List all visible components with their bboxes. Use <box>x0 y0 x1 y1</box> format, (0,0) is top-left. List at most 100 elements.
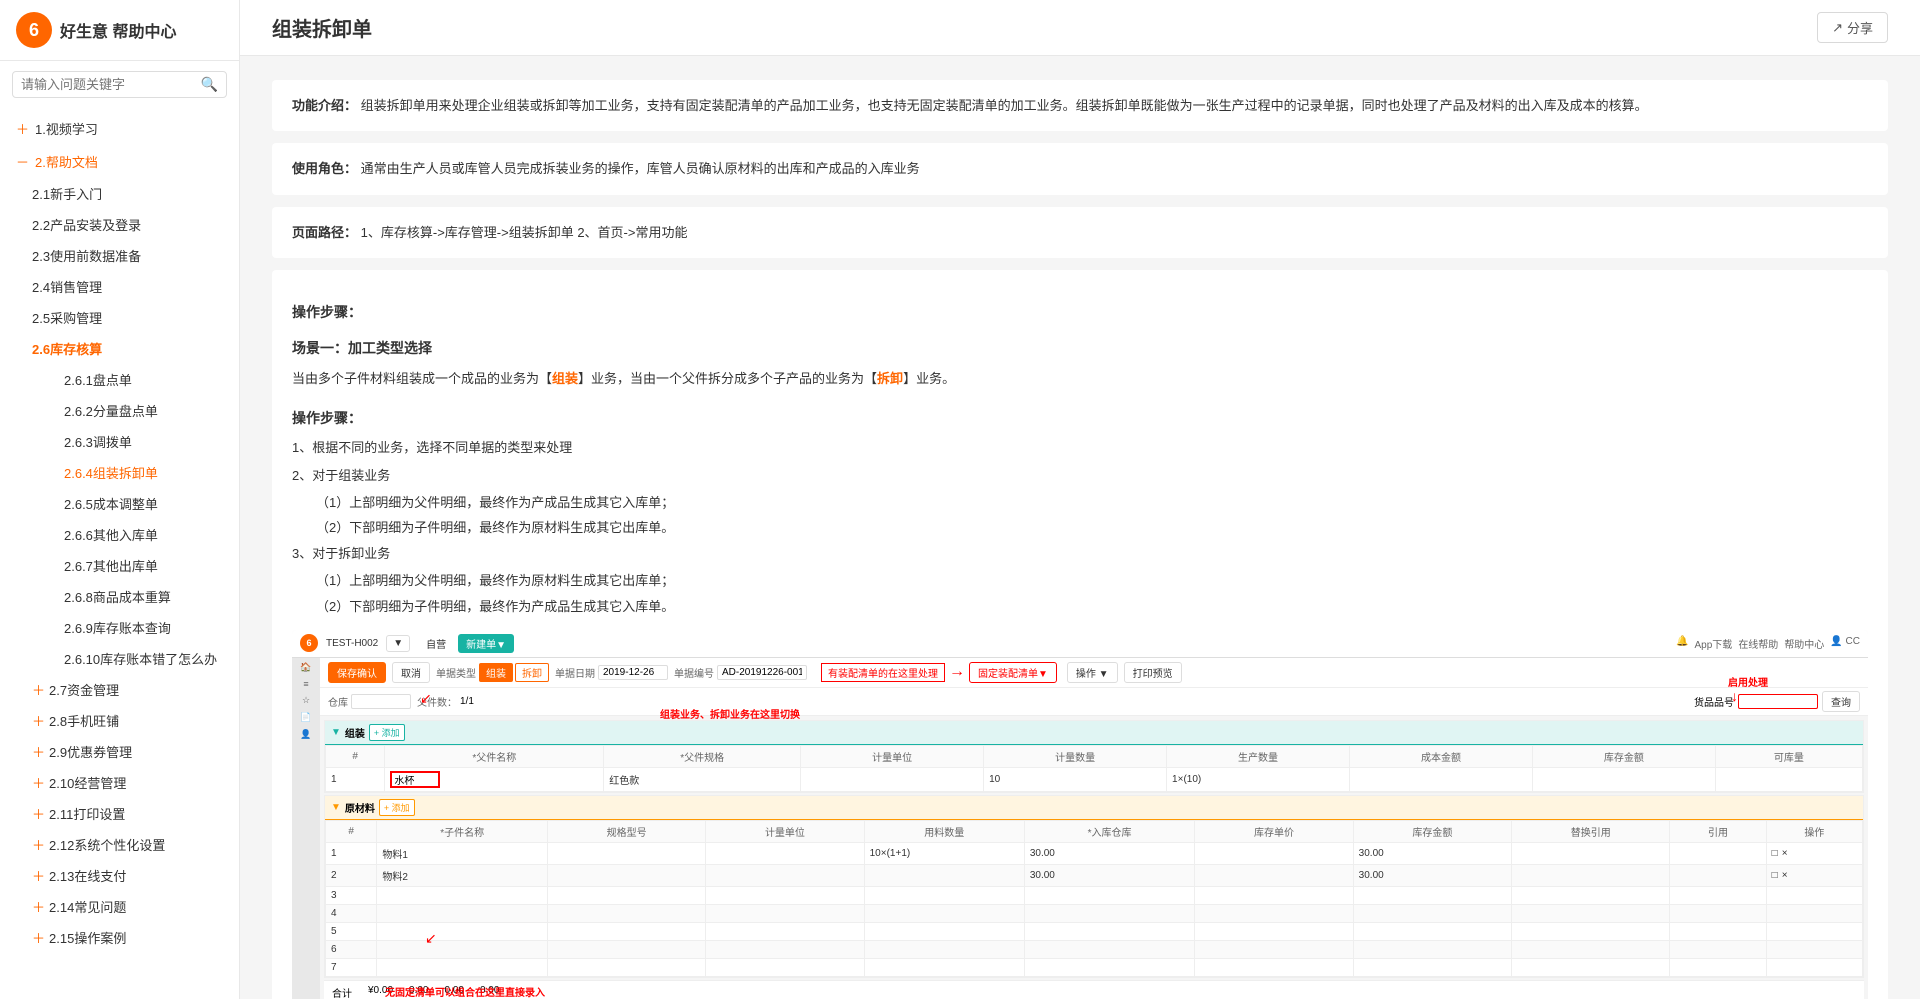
app-upper-table-container: ▼ 组装 + 添加 # *父件名称 *父件规格 <box>324 720 1864 793</box>
sidebar-sub-label: 2.2产品安装及登录 <box>32 215 141 234</box>
upper-cell-cost <box>1349 767 1532 791</box>
sidebar-item-docs-21[interactable]: 2.1新手入门 <box>0 178 239 209</box>
app-tab-new[interactable]: 新建单▼ <box>458 634 514 653</box>
sidebar-item-docs-213[interactable]: ＋ 2.13在线支付 <box>0 860 239 891</box>
lower-col-replace: 替换引用 <box>1512 820 1670 842</box>
lower-row1-copy[interactable]: □ <box>1772 848 1778 859</box>
sidebar-item-docs-24[interactable]: 2.4销售管理 <box>0 271 239 302</box>
sidebar-sub2-label: 2.6.6其他入库单 <box>64 525 158 544</box>
sidebar-item-docs-29[interactable]: ＋ 2.9优惠券管理 <box>0 736 239 767</box>
sidebar-item-video[interactable]: ＋ 1.视频学习 <box>0 112 239 145</box>
sidebar-sub-label: 2.1新手入门 <box>32 184 102 203</box>
icon-doc: 📄 <box>300 712 311 723</box>
search-box[interactable]: 🔍 <box>12 71 227 98</box>
sidebar-sub2-label: 2.6.2分量盘点单 <box>64 401 158 420</box>
app-company: TEST-H002 <box>326 638 378 649</box>
upper-col-unit: 计量单位 <box>801 745 984 767</box>
app-input-enable[interactable] <box>1738 694 1818 709</box>
app-btn-query[interactable]: 查询 <box>1822 691 1860 712</box>
app-field-date-input[interactable] <box>598 665 668 680</box>
sidebar-item-docs[interactable]: － 2.帮助文档 <box>0 145 239 178</box>
sidebar-item-docs-214[interactable]: ＋ 2.14常见问题 <box>0 891 239 922</box>
upper-col-qty: 计量数量 <box>984 745 1167 767</box>
sidebar-item-docs-23[interactable]: 2.3使用前数据准备 <box>0 240 239 271</box>
lower-row1-del[interactable]: × <box>1782 848 1788 859</box>
lower-col-qty: 用料数量 <box>864 820 1024 842</box>
lower-row2-copy[interactable]: □ <box>1772 870 1778 881</box>
sidebar-item-docs-28[interactable]: ＋ 2.8手机旺铺 <box>0 705 239 736</box>
sidebar-sub2-label: 2.6.3调拨单 <box>64 432 132 451</box>
upper-col-cost: 成本金额 <box>1349 745 1532 767</box>
lower-row2-del[interactable]: × <box>1782 870 1788 881</box>
upper-input-name[interactable] <box>390 771 440 788</box>
sidebar-item-docs-210[interactable]: ＋ 2.10经营管理 <box>0 767 239 798</box>
step2-subs: （1）上部明细为父件明细，最终作为产成品生成其它入库单； （2）下部明细为子件明… <box>292 491 1868 540</box>
sidebar: 6 好生意 帮助中心 🔍 ＋ 1.视频学习 － 2.帮助文档 2.1新手入门 2… <box>0 0 240 999</box>
app-field-docno-input[interactable] <box>717 665 807 680</box>
app-btn-add-lower[interactable]: + 添加 <box>379 799 415 816</box>
sidebar-item-docs-2610[interactable]: 2.6.10库存账本错了怎么办 <box>16 643 239 674</box>
sidebar-item-docs-211[interactable]: ＋ 2.11打印设置 <box>0 798 239 829</box>
app-type-btn-assembly[interactable]: 组装 <box>479 663 513 682</box>
sidebar-item-docs-262[interactable]: 2.6.2分量盘点单 <box>16 395 239 426</box>
main-content: 组装拆卸单 ↗ 分享 功能介绍： 组装拆卸单用来处理企业组装或拆卸等加工业务，支… <box>240 0 1920 999</box>
annotation-label1: 有装配清单的在这里处理 <box>821 663 945 682</box>
sidebar-item-docs-215[interactable]: ＋ 2.15操作案例 <box>0 922 239 953</box>
app-toolbar-row2: 仓库 父件数： 1/1 组装业务、拆卸业务在这里切换 ↙ <box>320 688 1868 716</box>
sidebar-item-docs-261[interactable]: 2.6.1盘点单 <box>16 364 239 395</box>
sidebar-item-label: 1.视频学习 <box>35 119 98 138</box>
app-btn-more[interactable]: 操作 ▼ <box>1067 662 1118 683</box>
sidebar-sub2-label: 2.6.1盘点单 <box>64 370 132 389</box>
sidebar-item-docs-268[interactable]: 2.6.8商品成本重算 <box>16 581 239 612</box>
arrow-down3: ↓ <box>1731 688 1738 704</box>
sidebar-sub-label: 2.11打印设置 <box>49 804 125 823</box>
sidebar-sub-label: 2.6库存核算 <box>32 339 102 358</box>
lower-col-warehouse: *入库仓库 <box>1024 820 1194 842</box>
expand-icon4: ＋ <box>32 742 45 761</box>
app-btn-print[interactable]: 打印预览 <box>1124 662 1182 683</box>
sidebar-sub-label: 2.15操作案例 <box>49 928 126 947</box>
sidebar-item-docs-265[interactable]: 2.6.5成本调整单 <box>16 488 239 519</box>
sidebar-sub-label: 2.10经营管理 <box>49 773 126 792</box>
sidebar-item-docs-263[interactable]: 2.6.3调拨单 <box>16 426 239 457</box>
expand-icon8: ＋ <box>32 866 45 885</box>
step3-subs: （1）上部明细为父件明细，最终作为原材料生成其它出库单； （2）下部明细为子件明… <box>292 569 1868 618</box>
sidebar-item-docs-22[interactable]: 2.2产品安装及登录 <box>0 209 239 240</box>
app-tab-ziy[interactable]: 自营 <box>418 634 454 653</box>
sidebar-item-docs-212[interactable]: ＋ 2.12系统个性化设置 <box>0 829 239 860</box>
app-store-selector[interactable]: ▼ <box>386 635 410 652</box>
sidebar-header: 6 好生意 帮助中心 <box>0 0 239 61</box>
expand-icon: ＋ <box>16 119 29 138</box>
content-body: 功能介绍： 组装拆卸单用来处理企业组装或拆卸等加工业务，支持有固定装配清单的产品… <box>240 56 1920 999</box>
expand-icon2: ＋ <box>32 680 45 699</box>
app-btn-add-upper[interactable]: + 添加 <box>369 724 405 741</box>
sidebar-item-docs-27[interactable]: ＋ 2.7资金管理 <box>0 674 239 705</box>
sidebar-item-docs-264[interactable]: 2.6.4组装拆卸单 <box>16 457 239 488</box>
upper-table-body: 1 红色款 10 1×(10) <box>326 767 1863 791</box>
search-input[interactable] <box>21 77 201 92</box>
step2-sub1: （1）上部明细为父件明细，最终作为产成品生成其它入库单； <box>316 491 1868 514</box>
sidebar-item-docs-269[interactable]: 2.6.9库存账本查询 <box>16 612 239 643</box>
app-field-warehouse-input[interactable] <box>351 694 411 709</box>
app-btn-save[interactable]: 保存确认 <box>328 662 386 683</box>
app-btn-fixed-list[interactable]: 固定装配清单▼ <box>969 662 1057 683</box>
upper-table-head: # *父件名称 *父件规格 计量单位 计量数量 生产数量 成本金额 库存金额 <box>326 745 1863 767</box>
app-btn-cancel[interactable]: 取消 <box>392 662 430 683</box>
sidebar-sub-label: 2.13在线支付 <box>49 866 126 885</box>
step3-sub2: （2）下部明细为子件明细，最终作为产成品生成其它入库单。 <box>316 595 1868 618</box>
lower-col-spec: 规格型号 <box>547 820 705 842</box>
app-logo: 6 <box>16 12 52 48</box>
sidebar-item-docs-266[interactable]: 2.6.6其他入库单 <box>16 519 239 550</box>
share-button[interactable]: ↗ 分享 <box>1817 12 1888 43</box>
sidebar-item-docs-26[interactable]: 2.6库存核算 <box>0 333 239 364</box>
lower-row-1: 1 物料1 10×(1+1) 30.00 30.00 <box>326 842 1863 864</box>
upper-cell-qty: 10 <box>984 767 1167 791</box>
sidebar-item-docs-267[interactable]: 2.6.7其他出库单 <box>16 550 239 581</box>
lower-table-body: 1 物料1 10×(1+1) 30.00 30.00 <box>326 842 1863 976</box>
sidebar-item-docs-25[interactable]: 2.5采购管理 <box>0 302 239 333</box>
app-type-btn-disassembly[interactable]: 拆卸 <box>515 663 549 682</box>
role-block: 使用角色： 通常由生产人员或库管人员完成拆装业务的操作，库管人员确认原材料的出库… <box>272 143 1888 194</box>
search-icon[interactable]: 🔍 <box>201 76 218 93</box>
screenshot-container: 6 TEST-H002 ▼ 自营 新建单▼ 🔔 App下载 在线帮助 帮助中心 <box>292 630 1868 999</box>
lower-col-op: 操作 <box>1766 820 1862 842</box>
